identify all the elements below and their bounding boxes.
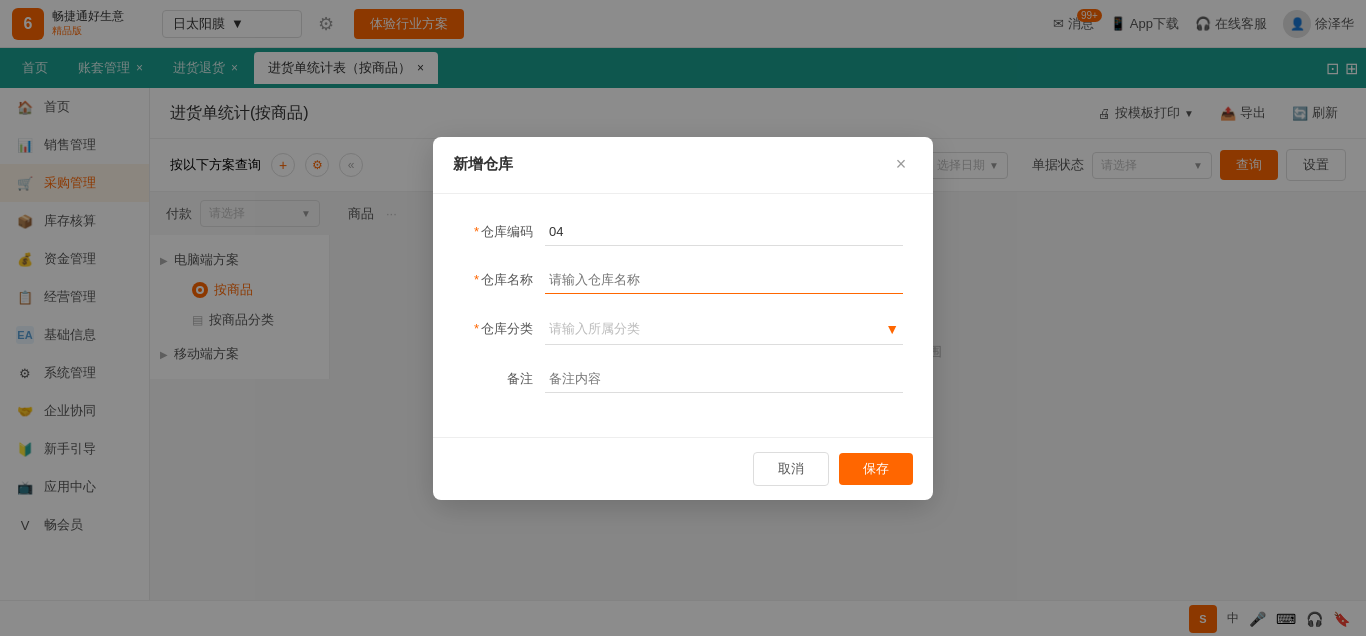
code-input[interactable] [545, 218, 903, 246]
save-button[interactable]: 保存 [839, 453, 913, 485]
cancel-button[interactable]: 取消 [753, 452, 829, 486]
chevron-down-icon: ▼ [885, 321, 899, 337]
modal-title: 新增仓库 [453, 155, 513, 174]
code-field-row: *仓库编码 [463, 218, 903, 246]
add-warehouse-modal: 新增仓库 × *仓库编码 *仓库名称 *仓库分类 [433, 137, 933, 500]
modal-footer: 取消 保存 [433, 437, 933, 500]
note-label: 备注 [463, 370, 533, 388]
name-input[interactable] [545, 266, 903, 294]
modal-overlay[interactable]: 新增仓库 × *仓库编码 *仓库名称 *仓库分类 [0, 0, 1366, 636]
modal-body: *仓库编码 *仓库名称 *仓库分类 请输入所属分类 ▼ [433, 194, 933, 437]
note-field-row: 备注 [463, 365, 903, 393]
category-select[interactable]: 请输入所属分类 ▼ [545, 314, 903, 345]
name-field-row: *仓库名称 [463, 266, 903, 294]
modal-header: 新增仓库 × [433, 137, 933, 194]
category-label: *仓库分类 [463, 320, 533, 338]
category-field-row: *仓库分类 请输入所属分类 ▼ [463, 314, 903, 345]
category-placeholder: 请输入所属分类 [549, 320, 640, 338]
note-input[interactable] [545, 365, 903, 393]
name-label: *仓库名称 [463, 271, 533, 289]
close-icon[interactable]: × [889, 153, 913, 177]
code-label: *仓库编码 [463, 223, 533, 241]
